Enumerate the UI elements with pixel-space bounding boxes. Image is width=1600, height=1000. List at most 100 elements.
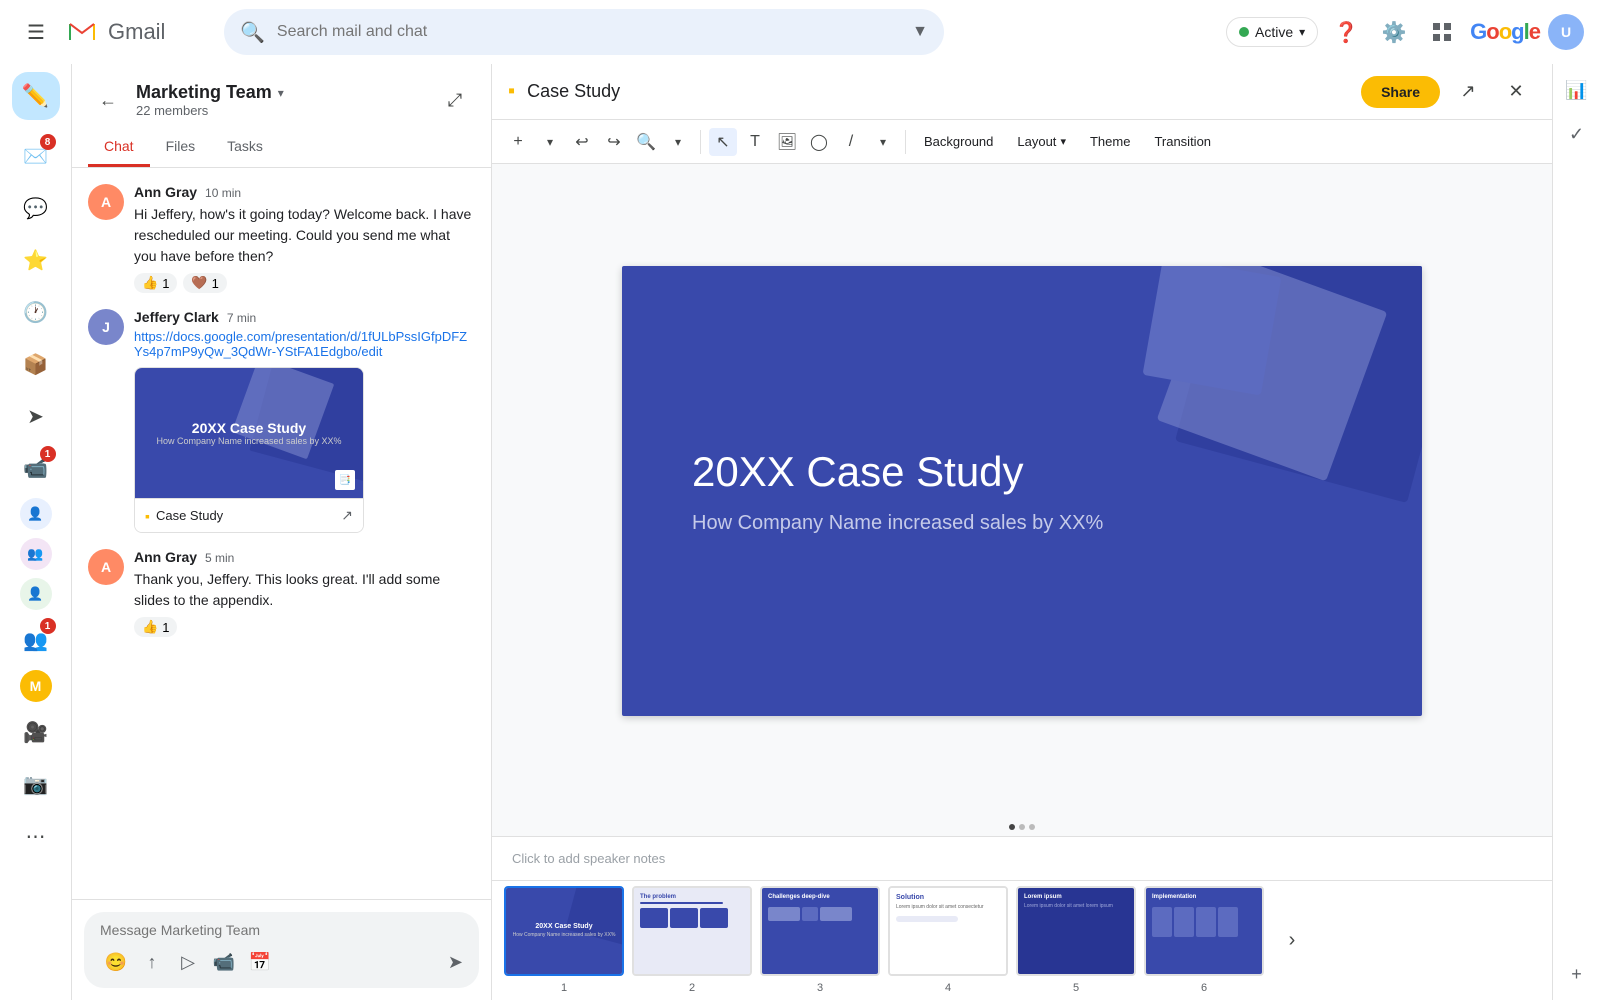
slide-icon: 📑 bbox=[335, 470, 355, 490]
send-button[interactable]: ➤ bbox=[448, 952, 463, 973]
sidebar-item-archive[interactable]: 📦 bbox=[12, 340, 60, 388]
apps-grid-button[interactable] bbox=[1422, 12, 1462, 52]
share-button[interactable]: Share bbox=[1361, 76, 1440, 108]
slide-subtitle: How Company Name increased sales by XX% bbox=[692, 512, 1103, 535]
shape-tool-button[interactable]: ◯ bbox=[805, 128, 833, 156]
external-link-icon[interactable]: ↗ bbox=[341, 507, 353, 524]
group-dropdown-icon[interactable]: ▾ bbox=[278, 86, 284, 100]
user-avatar[interactable]: U bbox=[1548, 14, 1584, 50]
slide-preview-name: Case Study bbox=[156, 508, 335, 523]
speaker-notes[interactable]: Click to add speaker notes bbox=[492, 836, 1552, 880]
sidebar-item-send[interactable]: ➤ bbox=[12, 392, 60, 440]
contact-avatar-1[interactable]: 👤 bbox=[20, 498, 52, 530]
content-box-2 bbox=[670, 908, 698, 928]
undo-button[interactable]: ↩ bbox=[568, 128, 596, 156]
presentation-toolbar: + ▾ ↩ ↪ 🔍 ▾ ↖ T 🖼 ◯ / ▾ Background Layou… bbox=[492, 120, 1552, 164]
slide-preview-footer: ▪ Case Study ↗ bbox=[135, 498, 363, 532]
status-button[interactable]: Active ▾ bbox=[1226, 17, 1318, 47]
group-avatar[interactable]: M bbox=[20, 670, 52, 702]
search-input[interactable] bbox=[277, 23, 900, 41]
filmstrip-slide-number-2: 2 bbox=[689, 982, 695, 994]
filmstrip-container-3: Challenges deep-dive 3 bbox=[760, 886, 880, 976]
redo-button[interactable]: ↪ bbox=[600, 128, 628, 156]
right-sidebar-tasks-button[interactable]: ✓ bbox=[1559, 116, 1595, 152]
transition-button[interactable]: Transition bbox=[1144, 130, 1221, 153]
filmstrip-slide-6[interactable]: Implementation bbox=[1144, 886, 1264, 976]
tab-chat[interactable]: Chat bbox=[88, 128, 150, 167]
filmstrip-slide-1[interactable]: 20XX Case Study How Company Name increas… bbox=[504, 886, 624, 976]
sidebar-item-meet[interactable]: 📹 1 bbox=[12, 444, 60, 492]
hamburger-menu-button[interactable]: ☰ bbox=[16, 12, 56, 52]
filmstrip-slide-content-1: 20XX Case Study How Company Name increas… bbox=[506, 888, 622, 974]
image-tool-button[interactable]: 🖼 bbox=[773, 128, 801, 156]
filmstrip-slide-3[interactable]: Challenges deep-dive bbox=[760, 886, 880, 976]
select-tool-button[interactable]: ↖ bbox=[709, 128, 737, 156]
sidebar-item-starred[interactable]: ⭐ bbox=[12, 236, 60, 284]
filmstrip-slide-2[interactable]: The problem bbox=[632, 886, 752, 976]
reaction-heart[interactable]: 🤎 1 bbox=[183, 273, 226, 293]
line-dropdown-button[interactable]: ▾ bbox=[869, 128, 897, 156]
filmstrip-slide-4[interactable]: Solution Lorem ipsum dolor sit amet cons… bbox=[888, 886, 1008, 976]
sidebar-item-video[interactable]: 🎥 bbox=[12, 708, 60, 756]
open-in-new-button[interactable]: ↗ bbox=[1448, 72, 1488, 112]
presentation-header: ▪ Case Study Share ↗ ✕ bbox=[492, 64, 1552, 120]
line-tool-button[interactable]: / bbox=[837, 128, 865, 156]
sidebar-item-history[interactable]: 🕐 bbox=[12, 288, 60, 336]
contact-avatar-2[interactable]: 👥 bbox=[20, 538, 52, 570]
add-button[interactable]: + bbox=[504, 128, 532, 156]
google-logo[interactable]: Google bbox=[1470, 19, 1540, 45]
sidebar-item-contacts[interactable]: 👥 1 bbox=[12, 616, 60, 664]
tab-files[interactable]: Files bbox=[150, 128, 212, 167]
slide-canvas-area: 20XX Case Study How Company Name increas… bbox=[492, 164, 1552, 818]
nav-dot-2[interactable] bbox=[1019, 824, 1025, 830]
solution-text: Lorem ipsum dolor sit amet consectetur bbox=[896, 904, 984, 911]
search-bar[interactable]: 🔍 ▼ bbox=[224, 9, 944, 55]
emoji-button[interactable]: 😊 bbox=[100, 946, 132, 978]
filmstrip-slide-content-5: Lorem ipsum Lorem ipsum dolor sit amet l… bbox=[1018, 888, 1134, 974]
sidebar-item-mail[interactable]: ✉️ 8 bbox=[12, 132, 60, 180]
slide-canvas[interactable]: 20XX Case Study How Company Name increas… bbox=[622, 266, 1422, 716]
attach-button[interactable]: ↑ bbox=[136, 946, 168, 978]
sidebar-item-chat[interactable]: 💬 bbox=[12, 184, 60, 232]
compose-button[interactable]: ✏️ bbox=[12, 72, 60, 120]
zoom-button[interactable]: 🔍 bbox=[632, 128, 660, 156]
right-sidebar-add-button[interactable]: + bbox=[1559, 956, 1595, 992]
filmstrip-slide-5[interactable]: Lorem ipsum Lorem ipsum dolor sit amet l… bbox=[1016, 886, 1136, 976]
sidebar-item-video-add[interactable]: 📷 bbox=[12, 760, 60, 808]
nav-dot-3[interactable] bbox=[1029, 824, 1035, 830]
nav-dot-1[interactable] bbox=[1009, 824, 1015, 830]
slide-preview-text: 20XX Case Study How Company Name increas… bbox=[148, 412, 349, 454]
slide-preview-image: 20XX Case Study How Company Name increas… bbox=[135, 368, 363, 498]
search-dropdown-icon[interactable]: ▼ bbox=[912, 23, 928, 41]
message-link[interactable]: https://docs.google.com/presentation/d/1… bbox=[134, 329, 475, 359]
settings-button[interactable]: ⚙️ bbox=[1374, 12, 1414, 52]
filmstrip-next-button[interactable]: › bbox=[1272, 921, 1312, 961]
reaction-thumbsup[interactable]: 👍 1 bbox=[134, 617, 177, 637]
mail-badge: 8 bbox=[40, 134, 56, 150]
back-button[interactable]: ← bbox=[88, 80, 128, 120]
filmstrip-slide-number-5: 5 bbox=[1073, 982, 1079, 994]
close-presentation-button[interactable]: ✕ bbox=[1496, 72, 1536, 112]
theme-button[interactable]: Theme bbox=[1080, 130, 1140, 153]
help-button[interactable]: ❓ bbox=[1326, 12, 1366, 52]
gif-button[interactable]: ▷ bbox=[172, 946, 204, 978]
video-call-button[interactable]: 📹 bbox=[208, 946, 240, 978]
chat-input[interactable] bbox=[100, 922, 463, 938]
tab-tasks[interactable]: Tasks bbox=[211, 128, 279, 167]
text-tool-button[interactable]: T bbox=[741, 128, 769, 156]
contacts-badge: 1 bbox=[40, 618, 56, 634]
sidebar-item-more[interactable]: ⋯ bbox=[12, 812, 60, 860]
calendar-button[interactable]: 📅 bbox=[244, 946, 276, 978]
right-sidebar-slides-button[interactable]: 📊 bbox=[1559, 72, 1595, 108]
filmstrip-container-2: The problem 2 bbox=[632, 886, 752, 976]
add-dropdown-button[interactable]: ▾ bbox=[536, 128, 564, 156]
filmstrip-slide-number-4: 4 bbox=[945, 982, 951, 994]
background-button[interactable]: Background bbox=[914, 130, 1003, 153]
contact-avatar-3[interactable]: 👤 bbox=[20, 578, 52, 610]
reaction-thumbsup[interactable]: 👍 1 bbox=[134, 273, 177, 293]
slide-preview[interactable]: 20XX Case Study How Company Name increas… bbox=[134, 367, 364, 533]
expand-button[interactable]: ⤢ bbox=[435, 80, 475, 120]
layout-button[interactable]: Layout ▾ bbox=[1007, 130, 1076, 153]
filmstrip-container-5: Lorem ipsum Lorem ipsum dolor sit amet l… bbox=[1016, 886, 1136, 976]
zoom-dropdown-button[interactable]: ▾ bbox=[664, 128, 692, 156]
